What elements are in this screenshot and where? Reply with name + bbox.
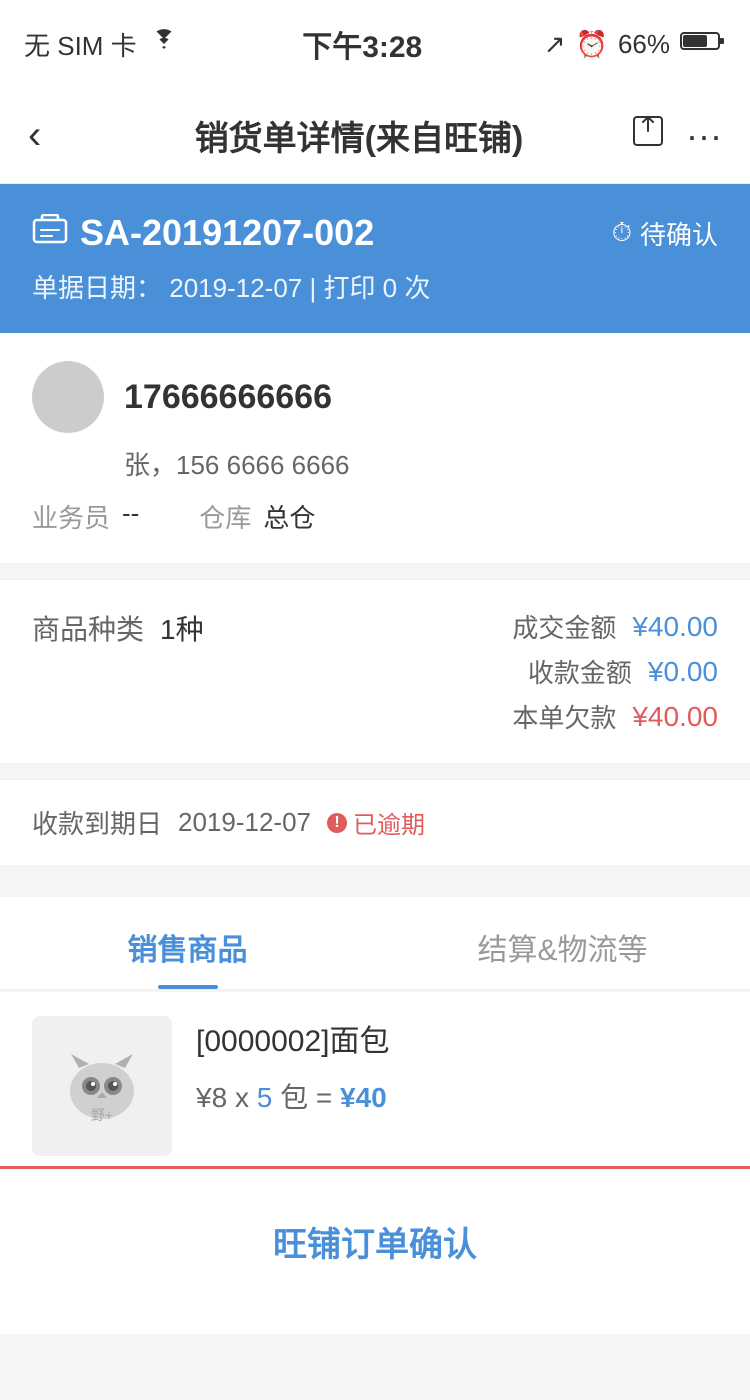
- salesperson-item: 业务员 --: [32, 498, 139, 535]
- product-price: ¥8 x 5 包 = ¥40: [196, 1076, 718, 1116]
- customer-phone: 17666666666: [124, 378, 332, 417]
- nav-actions: ···: [630, 113, 722, 158]
- order-header-card: SA-20191207-002 ⏱ 待确认 单据日期： 2019-12-07 |…: [0, 184, 750, 333]
- tabs-row: 销售商品 结算&物流等: [0, 897, 750, 989]
- status-time: 下午3:28: [302, 22, 422, 66]
- status-bar: 无 SIM 卡 下午3:28 ↗ ⏰ 66%: [0, 0, 750, 88]
- salesperson-value: --: [122, 498, 139, 535]
- amount-value: ¥40.00: [632, 611, 718, 643]
- customer-name: 张，156 6666 6666: [124, 445, 718, 482]
- due-date-value: 2019-12-07: [178, 807, 311, 838]
- wifi-icon: [147, 29, 181, 60]
- payment-label: 收款金额: [528, 653, 632, 690]
- warehouse-item: 仓库 总仓: [199, 498, 315, 535]
- product-quantity: 5: [257, 1082, 273, 1113]
- summary-left: 商品种类 1种: [32, 608, 204, 648]
- unit-label: 包: [280, 1082, 308, 1113]
- amount-label: 成交金额: [512, 608, 616, 645]
- page-title: 销货单详情(来自旺铺): [88, 111, 630, 160]
- order-header-top: SA-20191207-002 ⏱ 待确认: [32, 212, 718, 254]
- nav-bar: ‹ 销货单详情(来自旺铺) ···: [0, 88, 750, 184]
- owing-row: 本单欠款 ¥40.00: [512, 698, 718, 735]
- summary-section: 商品种类 1种 成交金额 ¥40.00 收款金额 ¥0.00 本单欠款 ¥40.…: [0, 580, 750, 763]
- price-per-unit: ¥8: [196, 1082, 227, 1113]
- order-status: ⏱ 待确认: [612, 215, 718, 252]
- battery-icon: [680, 29, 726, 60]
- status-left: 无 SIM 卡: [24, 26, 181, 63]
- clock-icon: ⏱: [612, 217, 632, 249]
- tab-settlement[interactable]: 结算&物流等: [375, 897, 750, 989]
- equals-symbol: =: [316, 1082, 332, 1113]
- order-date: 单据日期： 2019-12-07 | 打印 0 次: [32, 268, 718, 305]
- order-number: SA-20191207-002: [32, 212, 374, 254]
- type-value: 1种: [160, 608, 204, 648]
- salesperson-label: 业务员: [32, 498, 110, 535]
- warehouse-value: 总仓: [263, 498, 315, 535]
- overdue-text: 已逾期: [353, 805, 425, 840]
- warehouse-label: 仓库: [199, 498, 251, 535]
- overdue-warning-icon: !: [327, 813, 347, 833]
- confirm-order-button[interactable]: 旺铺订单确认: [32, 1189, 718, 1294]
- carrier-text: 无 SIM 卡: [24, 26, 137, 63]
- product-info: [0000002]面包 ¥8 x 5 包 = ¥40: [196, 1016, 718, 1116]
- type-label: 商品种类: [32, 608, 144, 648]
- overdue-badge: ! 已逾期: [327, 805, 425, 840]
- product-total: ¥40: [340, 1082, 387, 1113]
- product-section: 野+ [0000002]面包 ¥8 x 5 包 = ¥40: [0, 992, 750, 1180]
- customer-row: 17666666666: [32, 361, 718, 433]
- payment-row: 收款金额 ¥0.00: [528, 653, 718, 690]
- share-icon[interactable]: [630, 113, 666, 158]
- multiply-symbol: x: [235, 1082, 249, 1113]
- due-label: 收款到期日: [32, 804, 162, 841]
- amount-row: 成交金额 ¥40.00: [512, 608, 718, 645]
- due-section: 收款到期日 2019-12-07 ! 已逾期: [0, 780, 750, 865]
- more-icon[interactable]: ···: [686, 115, 722, 157]
- tab-sales-goods[interactable]: 销售商品: [0, 897, 375, 989]
- payment-value: ¥0.00: [648, 656, 718, 688]
- summary-right: 成交金额 ¥40.00 收款金额 ¥0.00 本单欠款 ¥40.00: [512, 608, 718, 735]
- owing-label: 本单欠款: [512, 698, 616, 735]
- product-thumbnail: 野+: [32, 1016, 172, 1156]
- owing-value: ¥40.00: [632, 701, 718, 733]
- location-icon: ↗: [544, 29, 566, 60]
- customer-avatar: [32, 361, 104, 433]
- battery-text: 66%: [618, 29, 670, 60]
- customer-section: 17666666666 张，156 6666 6666 业务员 -- 仓库 总仓: [0, 333, 750, 563]
- section-divider: [0, 881, 750, 897]
- back-button[interactable]: ‹: [28, 113, 88, 158]
- alarm-icon: ⏰: [576, 29, 608, 60]
- bottom-bar: 旺铺订单确认: [0, 1166, 750, 1334]
- customer-meta: 业务员 -- 仓库 总仓: [32, 498, 718, 535]
- product-name: [0000002]面包: [196, 1016, 718, 1060]
- tabs-section: 销售商品 结算&物流等: [0, 897, 750, 990]
- svg-text:野+: 野+: [91, 1107, 113, 1123]
- status-right: ↗ ⏰ 66%: [544, 29, 726, 60]
- order-type-icon: [32, 214, 68, 252]
